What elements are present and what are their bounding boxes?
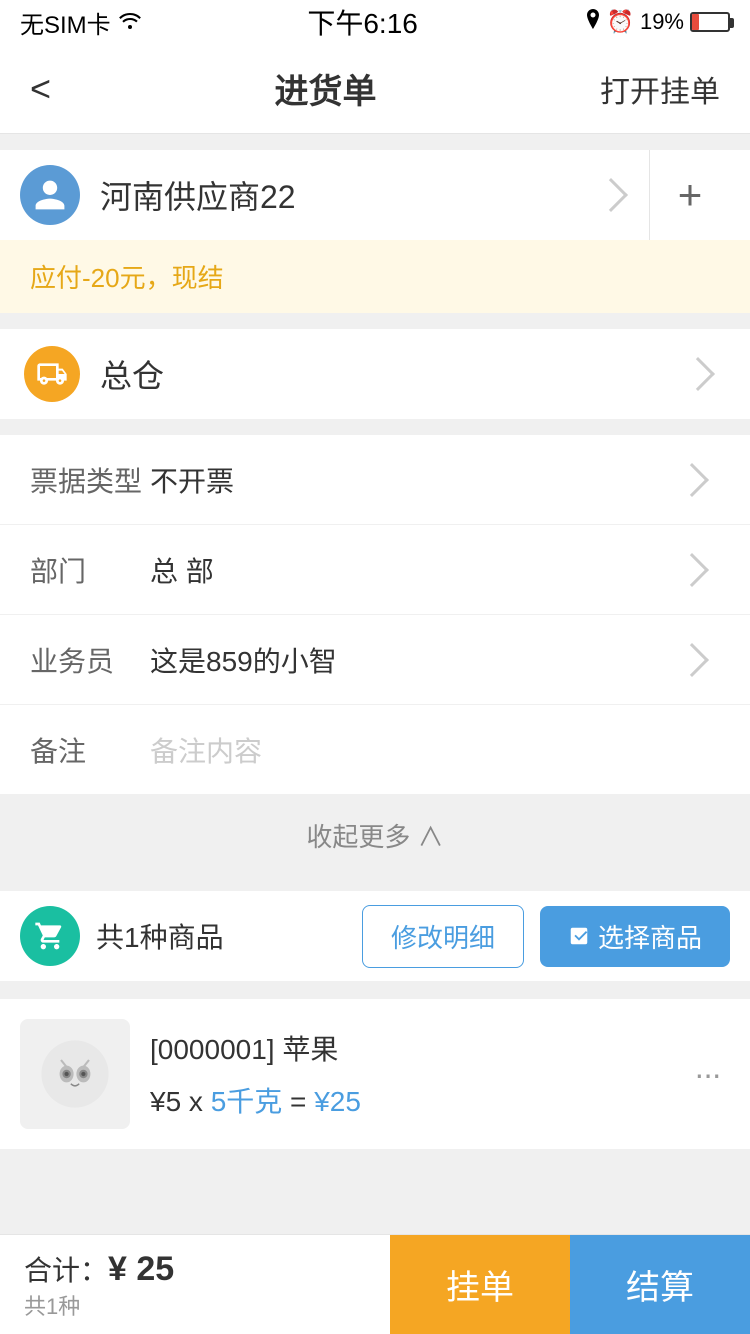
credit-banner: 应付-20元，现结 <box>0 240 750 313</box>
product-item: [0000001] 苹果 ¥5 x 5千克 = ¥25 ··· <box>0 999 750 1149</box>
back-button[interactable]: < <box>30 68 51 110</box>
product-header: 共1种商品 修改明细 选择商品 <box>0 891 750 981</box>
salesman-chevron <box>675 643 709 677</box>
separator-5 <box>0 981 750 997</box>
department-label: 部门 <box>30 550 150 590</box>
wifi-icon <box>119 8 141 36</box>
warehouse-chevron <box>681 357 715 391</box>
separator-3 <box>0 419 750 435</box>
alarm-icon: ⏰ <box>607 9 634 35</box>
page-title: 进货单 <box>275 64 377 113</box>
product-count: 共1种商品 <box>96 916 346 956</box>
invoice-chevron <box>675 463 709 497</box>
salesman-value: 这是859的小智 <box>150 640 664 680</box>
location-icon <box>585 9 601 35</box>
battery-percent: 19% <box>640 9 684 35</box>
separator-4 <box>0 875 750 891</box>
supplier-add-button[interactable]: + <box>650 150 730 240</box>
supplier-name: 河南供应商22 <box>100 172 583 218</box>
hang-button[interactable]: 挂单 <box>390 1235 570 1334</box>
product-code: [0000001] <box>150 1034 282 1065</box>
supplier-section: 河南供应商22 + <box>0 150 750 240</box>
remark-input[interactable]: 备注内容 <box>150 730 720 770</box>
product-thumbnail <box>20 1019 130 1129</box>
total-section: 合计：¥ 25 共1种 <box>0 1249 390 1321</box>
invoice-value: 不开票 <box>150 460 664 500</box>
supplier-avatar <box>20 165 80 225</box>
product-title: 苹果 <box>282 1034 338 1065</box>
quantity: 5千克 <box>211 1086 283 1117</box>
equals: = <box>282 1086 314 1117</box>
bottom-bar: 合计：¥ 25 共1种 挂单 结算 <box>0 1234 750 1334</box>
warehouse-name: 总仓 <box>100 351 670 397</box>
product-header-icon <box>20 906 80 966</box>
supplier-chevron <box>594 178 628 212</box>
select-product-label: 选择商品 <box>598 918 702 955</box>
collapse-button[interactable]: 收起更多 ∧ <box>0 795 750 875</box>
invoice-label: 票据类型 <box>30 460 150 500</box>
supplier-main-row[interactable]: 河南供应商22 <box>20 150 650 240</box>
department-row[interactable]: 部门 总 部 <box>0 525 750 615</box>
total-price: ¥25 <box>314 1086 361 1117</box>
salesman-label: 业务员 <box>30 640 150 680</box>
open-hang-button[interactable]: 打开挂单 <box>600 67 720 111</box>
total-label: 合计： <box>24 1255 108 1286</box>
remark-row[interactable]: 备注 备注内容 <box>0 705 750 795</box>
status-time: 下午6:16 <box>307 2 418 42</box>
unit-price: ¥5 x <box>150 1086 211 1117</box>
product-price-row: ¥5 x 5千克 = ¥25 <box>150 1080 684 1120</box>
total-amount: ¥ 25 <box>108 1250 174 1288</box>
product-info: [0000001] 苹果 ¥5 x 5千克 = ¥25 <box>150 1028 684 1120</box>
total-count: 共1种 <box>24 1289 366 1321</box>
product-name: [0000001] 苹果 <box>150 1028 684 1068</box>
status-bar: 无SIM卡 下午6:16 ⏰ 19% <box>0 0 750 44</box>
total-row: 合计：¥ 25 <box>24 1249 366 1289</box>
edit-detail-button[interactable]: 修改明细 <box>362 905 524 968</box>
warehouse-icon <box>24 346 80 402</box>
status-right: ⏰ 19% <box>585 9 730 35</box>
main-content: 河南供应商22 + 应付-20元，现结 总仓 票据类型 不开票 部门 总 部 业… <box>0 134 750 1249</box>
separator-1 <box>0 134 750 150</box>
status-left: 无SIM卡 <box>20 5 141 40</box>
battery-icon <box>690 12 730 32</box>
salesman-row[interactable]: 业务员 这是859的小智 <box>0 615 750 705</box>
invoice-row[interactable]: 票据类型 不开票 <box>0 435 750 525</box>
select-product-button[interactable]: 选择商品 <box>540 906 730 967</box>
department-chevron <box>675 553 709 587</box>
separator-2 <box>0 313 750 329</box>
nav-bar: < 进货单 打开挂单 <box>0 44 750 134</box>
remark-label: 备注 <box>30 730 150 770</box>
product-more-button[interactable]: ··· <box>684 1046 730 1103</box>
department-value: 总 部 <box>150 550 664 590</box>
checkout-button[interactable]: 结算 <box>570 1235 750 1334</box>
warehouse-row[interactable]: 总仓 <box>0 329 750 419</box>
carrier-text: 无SIM卡 <box>20 5 111 40</box>
